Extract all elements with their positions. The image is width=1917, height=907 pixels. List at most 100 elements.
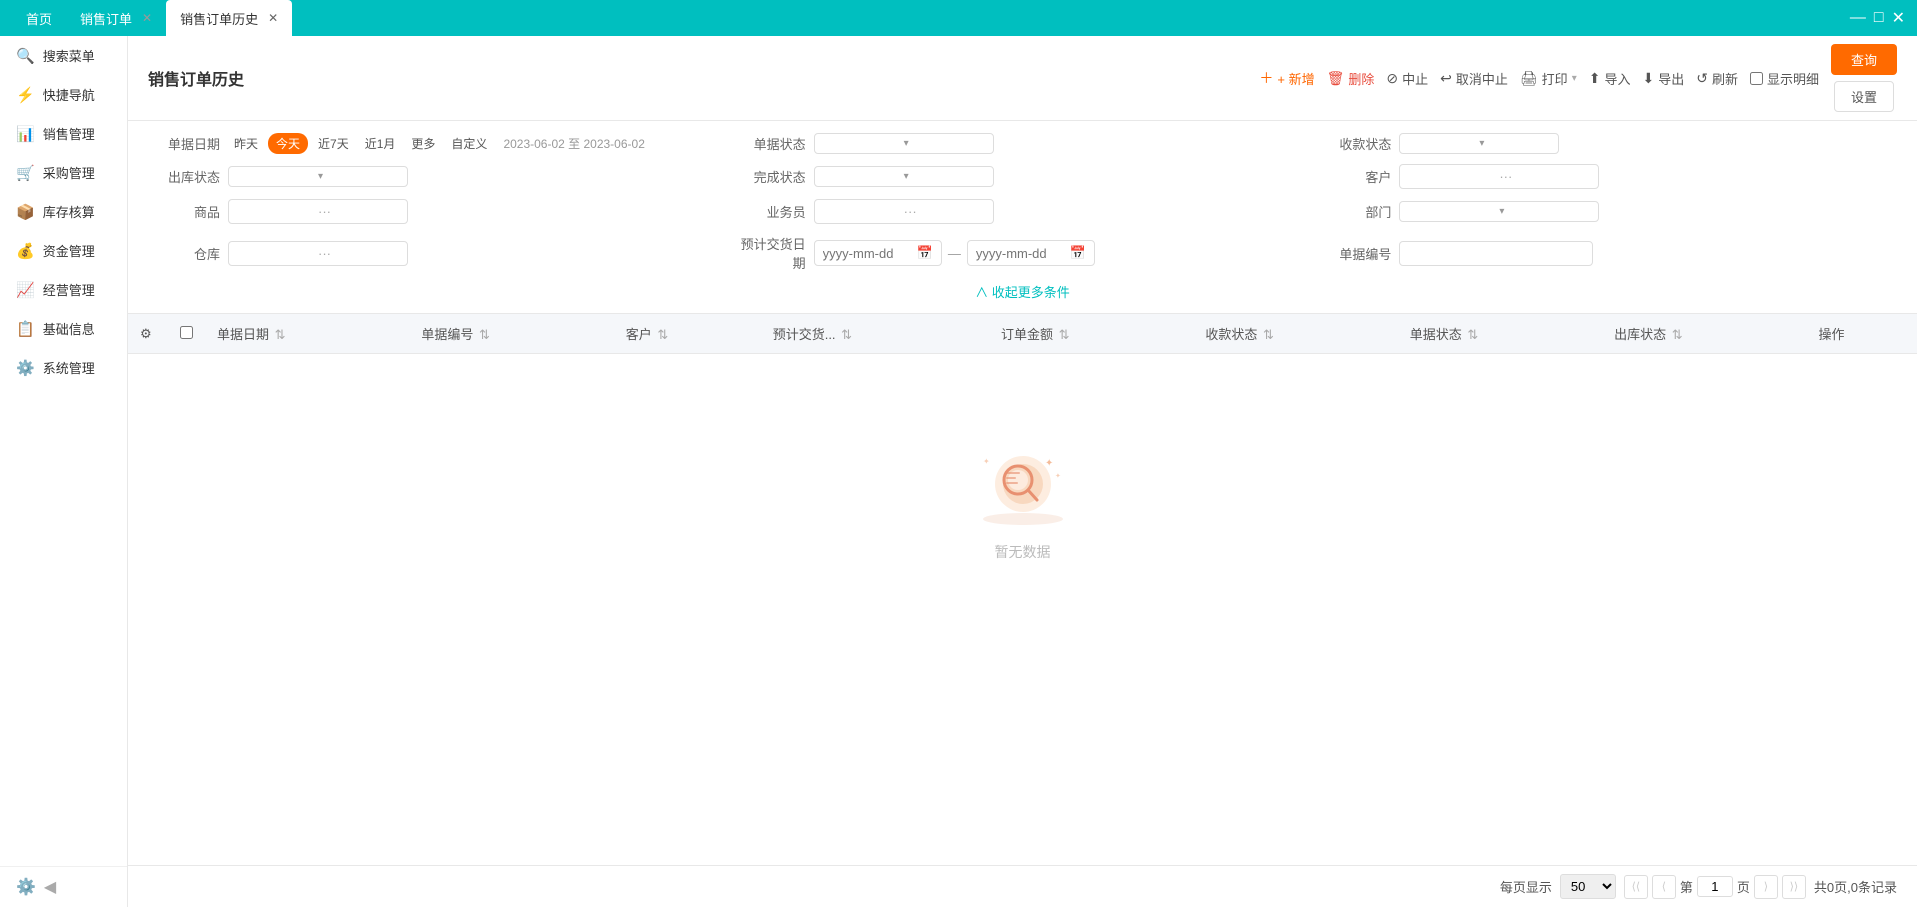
delete-label: 删除 (1348, 69, 1374, 88)
sidebar-settings-icon[interactable]: ⚙️ (16, 877, 36, 897)
th-doc-status[interactable]: 单据状态 ⇅ (1398, 314, 1602, 354)
expected-date-end-calendar-icon[interactable]: 📅 (1070, 245, 1086, 261)
sidebar-item-operations[interactable]: 📈 经营管理 (0, 270, 127, 309)
refresh-button[interactable]: ↺ 刷新 (1696, 69, 1738, 88)
date-btn-yesterday[interactable]: 昨天 (228, 133, 264, 154)
window-maximize-icon[interactable]: □ (1874, 9, 1884, 27)
finance-icon: 💰 (16, 242, 35, 260)
expected-date-start-input[interactable] (823, 246, 913, 261)
page-next-button[interactable]: ⟩ (1754, 875, 1778, 899)
page-number-input[interactable] (1697, 876, 1733, 897)
window-minimize-icon[interactable]: — (1850, 9, 1866, 27)
sidebar-item-purchase[interactable]: 🛒 采购管理 (0, 153, 127, 192)
sidebar-item-purchase-label: 采购管理 (43, 163, 95, 182)
tab-sales-order-history[interactable]: 销售订单历史 ✕ (166, 0, 292, 36)
settings-gear-icon[interactable]: ⚙ (140, 326, 152, 341)
expected-date-end[interactable]: 📅 (967, 240, 1095, 266)
sidebar-item-search[interactable]: 🔍 搜索菜单 (0, 36, 127, 75)
page-first-button[interactable]: ⟨⟨ (1624, 875, 1648, 899)
th-expected-delivery[interactable]: 预计交货... ⇅ (761, 314, 989, 354)
tab-sales-order-close[interactable]: ✕ (142, 11, 152, 25)
display-toggle[interactable]: 显示明细 (1750, 69, 1819, 88)
sidebar-collapse-icon[interactable]: ◀ (44, 877, 56, 897)
new-button[interactable]: ＋ + 新增 (1259, 68, 1314, 88)
svg-text:✦: ✦ (1055, 472, 1061, 480)
date-btn-custom[interactable]: 自定义 (445, 133, 493, 154)
collapse-more-button[interactable]: ∧ 收起更多条件 (148, 282, 1897, 301)
empty-illustration: ✦ ✦ ✦ (963, 434, 1083, 534)
cancel-stop-button[interactable]: ↩ 取消中止 (1440, 69, 1508, 88)
main-layout: 🔍 搜索菜单 ⚡ 快捷导航 📊 销售管理 🛒 采购管理 📦 库存核算 💰 资金管… (0, 36, 1917, 907)
date-btn-more[interactable]: 更多 (405, 133, 441, 154)
th-actions: 操作 (1806, 314, 1917, 354)
window-close-icon[interactable]: ✕ (1892, 8, 1905, 28)
complete-status-field: ▾ (814, 166, 1312, 187)
sidebar-item-inventory[interactable]: 📦 库存核算 (0, 192, 127, 231)
warehouse-input[interactable]: ··· (228, 241, 408, 266)
date-btn-7days[interactable]: 近7天 (312, 133, 355, 154)
data-table: ⚙ 单据日期 ⇅ 单据编号 ⇅ (128, 314, 1917, 354)
select-all-checkbox[interactable] (180, 326, 193, 339)
th-order-amount-label: 订单金额 (1001, 327, 1053, 342)
product-input[interactable]: ··· (228, 199, 408, 224)
th-docno-sort-icon: ⇅ (479, 327, 490, 342)
th-order-amount[interactable]: 订单金额 ⇅ (989, 314, 1193, 354)
th-date[interactable]: 单据日期 ⇅ (205, 314, 409, 354)
sidebar-item-sales-label: 销售管理 (43, 124, 95, 143)
expected-date-start[interactable]: 📅 (814, 240, 942, 266)
department-select[interactable]: ▾ (1399, 201, 1599, 222)
display-toggle-checkbox[interactable] (1750, 72, 1763, 85)
tab-home-label: 首页 (26, 9, 52, 28)
sidebar-item-finance[interactable]: 💰 资金管理 (0, 231, 127, 270)
export-icon: ⬇ (1642, 70, 1654, 87)
date-btn-1month[interactable]: 近1月 (359, 133, 402, 154)
th-out-status[interactable]: 出库状态 ⇅ (1602, 314, 1806, 354)
out-status-select[interactable]: ▾ (228, 166, 408, 187)
delete-icon: 🗑 (1327, 70, 1345, 87)
out-status-arrow: ▾ (318, 171, 399, 182)
table-area: ⚙ 单据日期 ⇅ 单据编号 ⇅ (128, 314, 1917, 865)
delete-button[interactable]: 🗑 删除 (1327, 69, 1375, 88)
sidebar-item-sales[interactable]: 📊 销售管理 (0, 114, 127, 153)
export-button[interactable]: ⬇ 导出 (1642, 69, 1684, 88)
th-settings[interactable]: ⚙ (128, 314, 168, 354)
salesperson-input[interactable]: ··· (814, 199, 994, 224)
page-prev-button[interactable]: ⟨ (1652, 875, 1676, 899)
stop-button[interactable]: ⊘ 中止 (1386, 69, 1428, 88)
th-receipt-status[interactable]: 收款状态 ⇅ (1193, 314, 1397, 354)
tab-home[interactable]: 首页 (12, 0, 66, 36)
date-quick-buttons: 昨天 今天 近7天 近1月 更多 自定义 (228, 133, 493, 154)
complete-status-select[interactable]: ▾ (814, 166, 994, 187)
empty-state: ✦ ✦ ✦ 暂无数据 (128, 354, 1917, 642)
salesperson-field: ··· (814, 199, 1312, 224)
th-docno[interactable]: 单据编号 ⇅ (409, 314, 613, 354)
th-checkbox[interactable] (168, 314, 205, 354)
sidebar-item-basicinfo[interactable]: 📋 基础信息 (0, 309, 127, 348)
sidebar-item-system[interactable]: ⚙️ 系统管理 (0, 348, 127, 387)
department-arrow: ▾ (1499, 206, 1590, 217)
status-field: ▾ (814, 133, 1312, 154)
tab-sales-order[interactable]: 销售订单 ✕ (66, 0, 166, 36)
setting-button[interactable]: 设置 (1834, 81, 1894, 112)
customer-input[interactable]: ··· (1399, 164, 1599, 189)
query-button[interactable]: 查询 (1831, 44, 1897, 75)
date-label: 单据日期 (148, 134, 220, 153)
date-btn-today[interactable]: 今天 (268, 133, 308, 154)
th-actions-label: 操作 (1818, 327, 1844, 342)
tab-sales-order-history-close[interactable]: ✕ (268, 11, 278, 25)
receipt-status-select[interactable]: ▾ (1399, 133, 1559, 154)
page-size-select[interactable]: 50 100 200 (1560, 874, 1616, 899)
th-out-status-sort-icon: ⇅ (1672, 327, 1683, 342)
sidebar-item-quicknav[interactable]: ⚡ 快捷导航 (0, 75, 127, 114)
status-label: 单据状态 (734, 134, 806, 153)
expected-date-end-input[interactable] (976, 246, 1066, 261)
import-button[interactable]: ⬆ 导入 (1589, 69, 1631, 88)
status-select[interactable]: ▾ (814, 133, 994, 154)
doc-no-input[interactable] (1399, 241, 1593, 266)
expected-date-start-calendar-icon[interactable]: 📅 (917, 245, 933, 261)
sales-icon: 📊 (16, 125, 35, 143)
th-order-amount-sort-icon: ⇅ (1059, 327, 1070, 342)
print-button[interactable]: 🖨 打印 ▾ (1520, 69, 1577, 88)
th-customer[interactable]: 客户 ⇅ (614, 314, 761, 354)
page-last-button[interactable]: ⟩⟩ (1782, 875, 1806, 899)
